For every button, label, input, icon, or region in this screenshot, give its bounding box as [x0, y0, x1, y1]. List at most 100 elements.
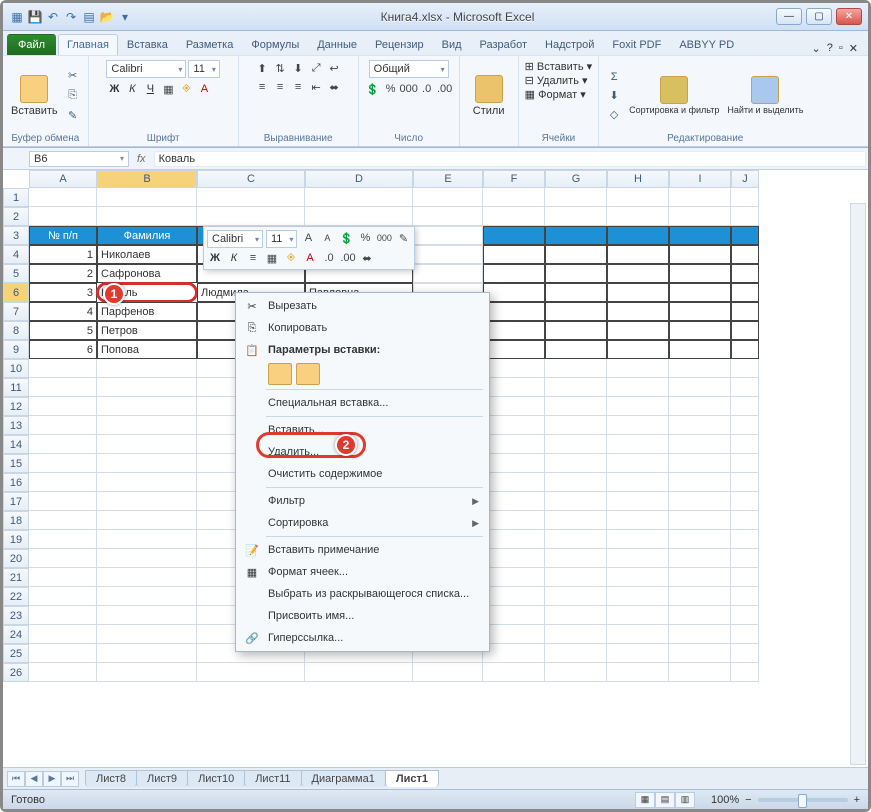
paste-button[interactable]: Вставить [9, 73, 60, 119]
mini-currency-icon[interactable]: 💲 [338, 230, 354, 246]
ctx-filter[interactable]: Фильтр▶ [238, 490, 487, 512]
th-surname[interactable]: Фамилия [97, 226, 197, 245]
col-A[interactable]: A [29, 170, 97, 188]
mini-grow-icon[interactable]: A [300, 230, 316, 246]
row-22[interactable]: 22 [3, 587, 29, 606]
ctx-format-cells[interactable]: ▦Формат ячеек... [238, 561, 487, 583]
dec-dec-icon[interactable]: .00 [437, 81, 453, 97]
tab-addins[interactable]: Надстрой [536, 34, 603, 55]
row-7[interactable]: 7 [3, 302, 29, 321]
view-break-icon[interactable]: ▥ [675, 792, 695, 808]
help-icon[interactable]: ? [827, 42, 833, 55]
maximize-button[interactable]: ▢ [806, 8, 832, 25]
row-10[interactable]: 10 [3, 359, 29, 378]
mini-align-icon[interactable]: ≡ [245, 250, 261, 266]
border-icon[interactable]: ▦ [160, 81, 176, 97]
bold-icon[interactable]: Ж [106, 81, 122, 97]
row-4[interactable]: 4 [3, 245, 29, 264]
col-I[interactable]: I [669, 170, 731, 188]
row-9[interactable]: 9 [3, 340, 29, 359]
font-color-icon[interactable]: A [196, 81, 212, 97]
fill-color-icon[interactable]: 🞚 [178, 81, 194, 97]
sheet-tab[interactable]: Лист11 [244, 770, 301, 787]
minimize-button[interactable]: — [776, 8, 802, 25]
qat-dropdown-icon[interactable]: ▾ [117, 9, 133, 25]
mini-border-icon[interactable]: ▦ [264, 250, 280, 266]
find-select-button[interactable]: Найти и выделить [725, 74, 805, 117]
view-layout-icon[interactable]: ▤ [655, 792, 675, 808]
cells-format[interactable]: ▦ Формат ▾ [525, 88, 586, 101]
sort-filter-button[interactable]: Сортировка и фильтр [627, 74, 721, 117]
save-icon[interactable]: 💾 [27, 9, 43, 25]
open-icon[interactable]: 📂 [99, 9, 115, 25]
clear-icon[interactable]: ◇ [605, 106, 623, 124]
row-21[interactable]: 21 [3, 568, 29, 587]
name-box[interactable]: B6▾ [29, 151, 129, 167]
col-G[interactable]: G [545, 170, 607, 188]
row-12[interactable]: 12 [3, 397, 29, 416]
mini-decdec-icon[interactable]: .00 [340, 250, 356, 266]
orientation-icon[interactable]: ⤢ [308, 60, 324, 76]
row-3[interactable]: 3 [3, 226, 29, 245]
mini-fontcolor-icon[interactable]: A [302, 250, 318, 266]
close-button[interactable]: ✕ [836, 8, 862, 25]
row-26[interactable]: 26 [3, 663, 29, 682]
sheet-prev-icon[interactable]: ◀ [25, 771, 43, 787]
view-normal-icon[interactable]: ▦ [635, 792, 655, 808]
ctx-sort[interactable]: Сортировка▶ [238, 512, 487, 534]
row-5[interactable]: 5 [3, 264, 29, 283]
row-14[interactable]: 14 [3, 435, 29, 454]
ctx-copy[interactable]: ⎘Копировать [238, 317, 487, 339]
sheet-tab[interactable]: Лист9 [136, 770, 188, 787]
ctx-clear[interactable]: Очистить содержимое [238, 463, 487, 485]
doc-close-icon[interactable]: ✕ [849, 42, 858, 55]
th-num[interactable]: № п/п [29, 226, 97, 245]
cells-delete[interactable]: ⊟ Удалить ▾ [525, 74, 588, 87]
zoom-level[interactable]: 100% [711, 794, 739, 806]
sheet-tab[interactable]: Лист10 [187, 770, 245, 787]
row-16[interactable]: 16 [3, 473, 29, 492]
tab-formulas[interactable]: Формулы [242, 34, 308, 55]
sheet-last-icon[interactable]: ⏭ [61, 771, 79, 787]
tab-home[interactable]: Главная [58, 34, 118, 55]
row-2[interactable]: 2 [3, 207, 29, 226]
row-24[interactable]: 24 [3, 625, 29, 644]
mini-merge-icon[interactable]: ⬌ [359, 250, 375, 266]
row-13[interactable]: 13 [3, 416, 29, 435]
sheet-next-icon[interactable]: ▶ [43, 771, 61, 787]
fx-icon[interactable]: fx [137, 153, 146, 165]
paste-opt-2-icon[interactable] [296, 363, 320, 385]
align-mid-icon[interactable]: ⇅ [272, 60, 288, 76]
align-bot-icon[interactable]: ⬇ [290, 60, 306, 76]
copy-icon[interactable]: ⎘ [64, 87, 82, 105]
formula-input[interactable]: Коваль [154, 151, 866, 167]
ctx-cut[interactable]: ✂Вырезать [238, 295, 487, 317]
indent-dec-icon[interactable]: ⇤ [308, 79, 324, 95]
col-B[interactable]: B [97, 170, 197, 188]
col-J[interactable]: J [731, 170, 759, 188]
row-6[interactable]: 6 [3, 283, 29, 302]
row-18[interactable]: 18 [3, 511, 29, 530]
doc-restore-icon[interactable]: ▫ [839, 42, 843, 55]
currency-icon[interactable]: 💲 [365, 81, 381, 97]
ctx-dropdown[interactable]: Выбрать из раскрывающегося списка... [238, 583, 487, 605]
tab-abbyy[interactable]: ABBYY PD [670, 34, 743, 55]
percent-icon[interactable]: % [383, 81, 399, 97]
underline-icon[interactable]: Ч [142, 81, 158, 97]
zoom-slider[interactable] [758, 798, 848, 802]
mini-italic-icon[interactable]: К [226, 250, 242, 266]
font-size-combo[interactable]: 11 [188, 60, 219, 78]
row-19[interactable]: 19 [3, 530, 29, 549]
tab-view[interactable]: Вид [433, 34, 471, 55]
row-17[interactable]: 17 [3, 492, 29, 511]
ctx-hyperlink[interactable]: 🔗Гиперссылка... [238, 627, 487, 649]
align-right-icon[interactable]: ≡ [290, 79, 306, 95]
font-name-combo[interactable]: Calibri [106, 60, 186, 78]
ctx-paste-special[interactable]: Специальная вставка... [238, 392, 487, 414]
sheet-tab-active[interactable]: Лист1 [385, 770, 439, 787]
ctx-define-name[interactable]: Присвоить имя... [238, 605, 487, 627]
mini-painter-icon[interactable]: ✎ [395, 230, 411, 246]
worksheet-grid[interactable]: A B C D E F G H I J 1 2 3№ п/пФамилия 41… [3, 170, 868, 682]
italic-icon[interactable]: К [124, 81, 140, 97]
tab-dev[interactable]: Разработ [471, 34, 536, 55]
